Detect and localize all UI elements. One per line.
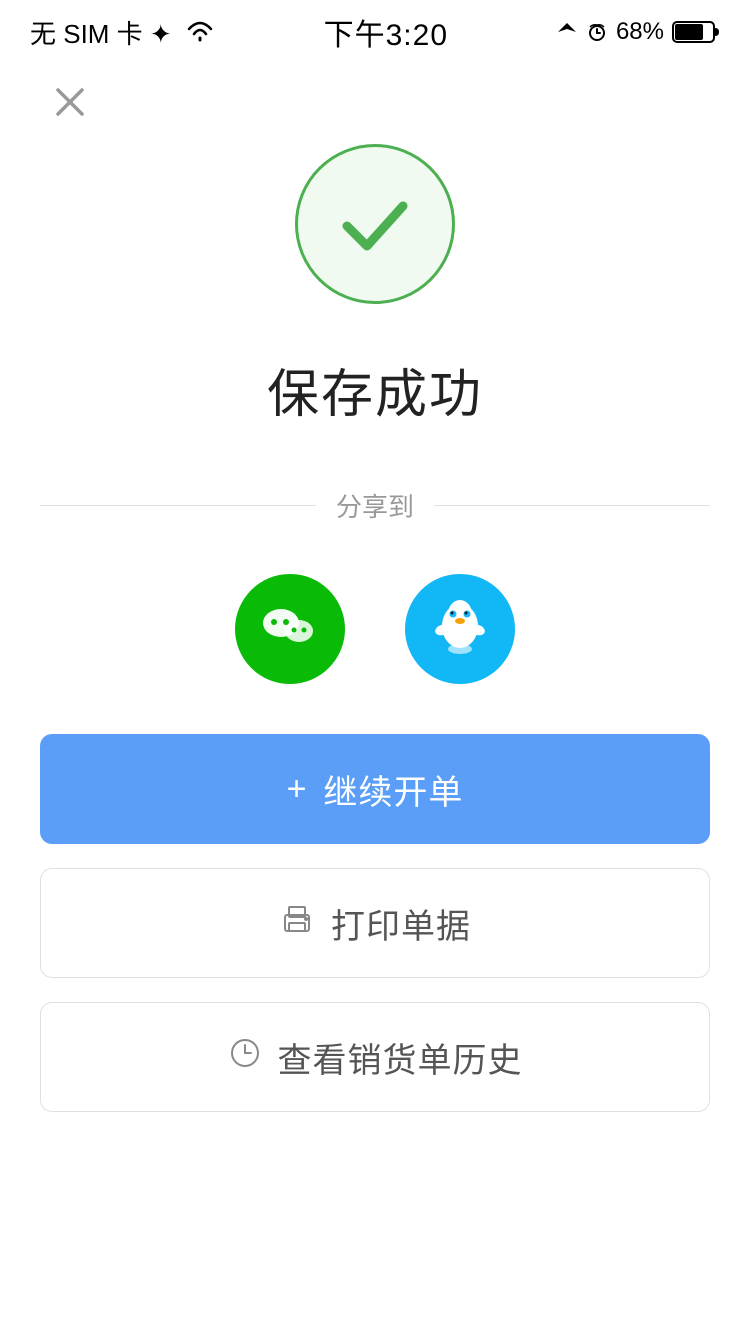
plus-icon: +	[287, 770, 308, 809]
main-content: 保存成功 分享到	[0, 64, 750, 1112]
success-title: 保存成功	[267, 352, 483, 427]
status-left: 无 SIM 卡 ✦	[30, 14, 216, 51]
location-icon	[556, 21, 578, 43]
actions-section: + 继续开单 打印单据	[0, 734, 750, 1112]
wifi-icon	[184, 20, 216, 44]
checkmark-icon	[335, 184, 415, 264]
divider-line-right	[434, 505, 710, 506]
continue-button[interactable]: + 继续开单	[40, 734, 710, 844]
qq-share-button[interactable]	[405, 574, 515, 684]
share-icons-row	[40, 574, 710, 684]
status-bar: 无 SIM 卡 ✦ 下午3:20 68%	[0, 0, 750, 64]
wechat-icon	[259, 601, 321, 657]
success-icon-circle	[295, 144, 455, 304]
print-button[interactable]: 打印单据	[40, 868, 710, 978]
continue-label: 继续开单	[323, 765, 463, 814]
no-sim-text: 无 SIM 卡 ✦	[30, 14, 172, 51]
time-display: 下午3:20	[324, 10, 448, 54]
status-right: 68%	[556, 18, 720, 46]
print-icon	[279, 901, 315, 946]
clock-icon	[228, 1036, 262, 1079]
battery-icon	[672, 19, 720, 45]
wechat-share-button[interactable]	[235, 574, 345, 684]
share-label: 分享到	[336, 487, 414, 524]
history-label: 查看销货单历史	[278, 1033, 523, 1082]
share-divider: 分享到	[40, 487, 710, 524]
history-button[interactable]: 查看销货单历史	[40, 1002, 710, 1112]
share-section: 分享到	[0, 487, 750, 684]
print-label: 打印单据	[331, 899, 471, 948]
battery-percent: 68%	[616, 18, 664, 46]
divider-line-left	[40, 505, 316, 506]
close-button[interactable]	[40, 72, 100, 132]
qq-icon	[430, 594, 490, 664]
alarm-icon	[586, 21, 608, 43]
